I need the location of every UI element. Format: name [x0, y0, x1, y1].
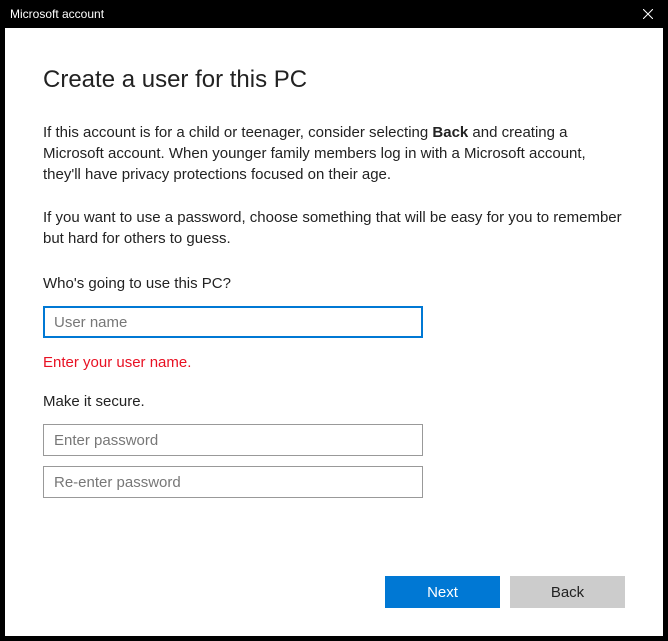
- titlebar: Microsoft account: [0, 0, 668, 28]
- username-input[interactable]: [43, 306, 423, 338]
- description-paragraph-1: If this account is for a child or teenag…: [43, 122, 625, 185]
- close-button[interactable]: [638, 4, 658, 24]
- desc1-pre: If this account is for a child or teenag…: [43, 124, 432, 141]
- button-row: Next Back: [385, 576, 625, 608]
- password-input[interactable]: [43, 424, 423, 456]
- next-button[interactable]: Next: [385, 576, 500, 608]
- desc1-bold: Back: [432, 124, 468, 141]
- back-button[interactable]: Back: [510, 576, 625, 608]
- username-error: Enter your user name.: [43, 354, 625, 371]
- close-icon: [643, 9, 653, 19]
- window: Microsoft account Create a user for this…: [0, 0, 668, 641]
- reenter-password-input[interactable]: [43, 466, 423, 498]
- password-section-label: Make it secure.: [43, 393, 625, 410]
- window-title: Microsoft account: [10, 7, 104, 21]
- page-title: Create a user for this PC: [43, 66, 625, 94]
- content-area: Create a user for this PC If this accoun…: [5, 28, 663, 636]
- description-paragraph-2: If you want to use a password, choose so…: [43, 207, 625, 249]
- user-section-label: Who's going to use this PC?: [43, 275, 625, 292]
